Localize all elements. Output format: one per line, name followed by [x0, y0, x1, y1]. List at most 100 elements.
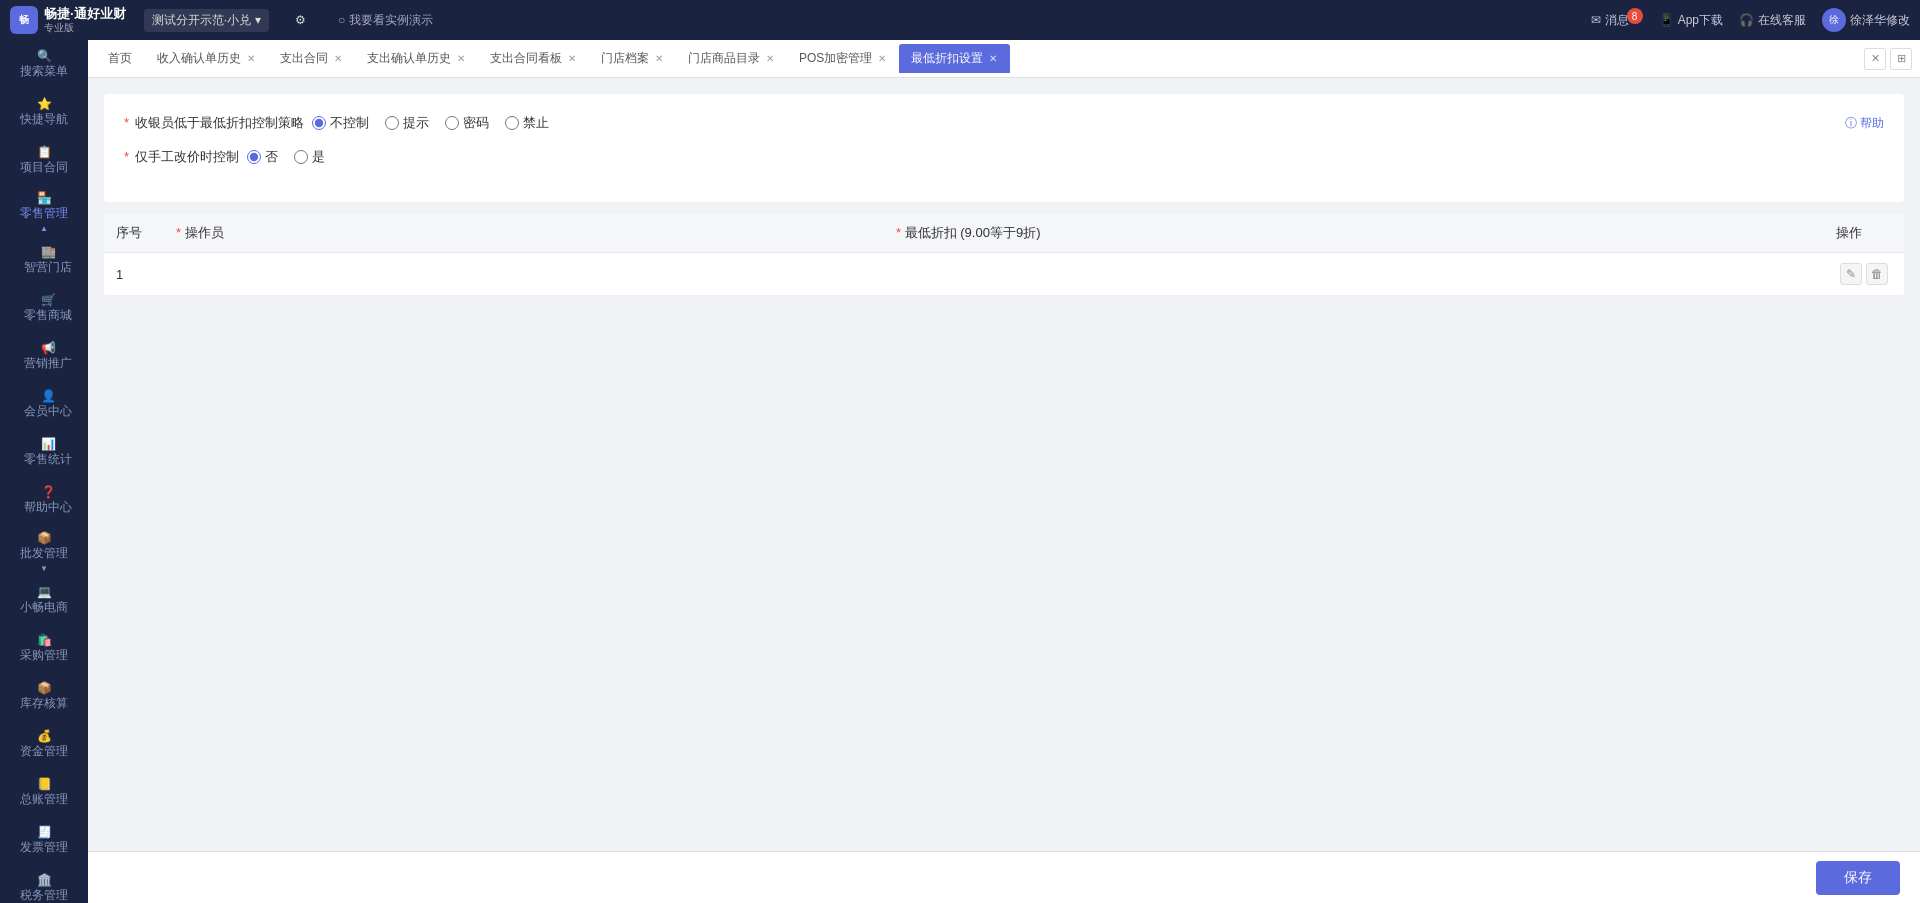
project-selector[interactable]: 测试分开示范·小兑 ▾ [144, 9, 269, 32]
manual-price-no-input[interactable] [247, 150, 261, 164]
marketing-icon: 📢 [41, 341, 56, 355]
tab-home[interactable]: 首页 [96, 44, 145, 73]
chevron-up-icon: ▲ [40, 224, 48, 233]
sidebar-item-quick-nav[interactable]: ⭐ 快捷导航 [0, 88, 88, 136]
tab-payment-board-close[interactable]: ✕ [568, 53, 576, 64]
customer-service-btn[interactable]: 🎧 在线客服 [1739, 12, 1806, 29]
policy-remind[interactable]: 提示 [385, 114, 429, 132]
tab-payment-board[interactable]: 支出合同看板 ✕ [478, 44, 589, 73]
help-link[interactable]: ⓘ 帮助 [1845, 115, 1884, 132]
manual-price-yes[interactable]: 是 [294, 148, 325, 166]
tab-payment-confirm-label: 支出确认单历史 [367, 50, 451, 67]
cell-discount[interactable] [884, 253, 1824, 296]
policy-password-input[interactable] [445, 116, 459, 130]
sidebar-item-member-center[interactable]: 👤 会员中心 [0, 380, 88, 428]
project-dropdown-icon: ▾ [255, 13, 261, 27]
content-area: 首页 收入确认单历史 ✕ 支出合同 ✕ 支出确认单历史 ✕ 支出合同看板 ✕ 门… [88, 40, 1920, 903]
tab-pos-password[interactable]: POS加密管理 ✕ [787, 44, 899, 73]
policy-forbid[interactable]: 禁止 [505, 114, 549, 132]
tab-more-btn[interactable]: ⊞ [1890, 48, 1912, 70]
sidebar-item-purchase-mgmt[interactable]: 🛍️ 采购管理 [0, 624, 88, 672]
tab-payment-confirm-close[interactable]: ✕ [457, 53, 465, 64]
tax-icon: 🏛️ [37, 873, 52, 887]
sidebar-label-wholesale-mgmt: 批发管理 [20, 545, 68, 562]
tab-income-confirm[interactable]: 收入确认单历史 ✕ [145, 44, 268, 73]
sidebar-item-capital-mgmt[interactable]: 💰 资金管理 [0, 720, 88, 768]
policy-forbid-input[interactable] [505, 116, 519, 130]
tab-income-confirm-close[interactable]: ✕ [247, 53, 255, 64]
sidebar-label-retail-mall: 零售商城 [24, 307, 72, 324]
messages-badge: 8 [1627, 8, 1643, 24]
customer-service-label: 在线客服 [1758, 12, 1806, 29]
sidebar-item-help-center[interactable]: ❓ 帮助中心 [0, 476, 88, 524]
edit-icon-btn[interactable]: ✎ [1840, 263, 1862, 285]
top-bar: 畅 畅捷·通好业财 专业版 测试分开示范·小兑 ▾ ⚙ ○ 我要看实例演示 ✉ … [0, 0, 1920, 40]
tab-pos-password-close[interactable]: ✕ [878, 53, 886, 64]
sidebar-item-general-ledger[interactable]: 📒 总账管理 [0, 768, 88, 816]
sidebar-item-invoice-mgmt[interactable]: 🧾 发票管理 [0, 816, 88, 864]
ledger-icon: 📒 [37, 777, 52, 791]
sidebar-label-marketing: 营销推广 [24, 355, 72, 372]
tab-min-discount-close[interactable]: ✕ [989, 53, 997, 64]
sidebar-item-smart-store[interactable]: 🏬 智营门店 [0, 236, 88, 284]
tab-close-btn[interactable]: ✕ [1864, 48, 1886, 70]
sidebar-label-capital-mgmt: 资金管理 [20, 743, 68, 760]
edit-icon: ✎ [1846, 267, 1856, 281]
demo-link-text: 我要看实例演示 [349, 12, 433, 29]
logo-text-area: 畅捷·通好业财 专业版 [44, 6, 126, 34]
delete-icon-btn[interactable]: 🗑 [1866, 263, 1888, 285]
manual-price-no[interactable]: 否 [247, 148, 278, 166]
settings-btn[interactable]: ⚙ [287, 10, 314, 30]
tab-store-catalog-close[interactable]: ✕ [766, 53, 774, 64]
user-info[interactable]: 徐 徐泽华修改 [1822, 8, 1910, 32]
chevron-down-icon: ▼ [40, 564, 48, 573]
sidebar-item-ecommerce[interactable]: 💻 小畅电商 [0, 576, 88, 624]
tab-payment-confirm[interactable]: 支出确认单历史 ✕ [355, 44, 478, 73]
tab-store-catalog[interactable]: 门店商品目录 ✕ [676, 44, 787, 73]
user-name: 徐泽华修改 [1850, 12, 1910, 29]
tab-payment-contract[interactable]: 支出合同 ✕ [268, 44, 355, 73]
tab-store-catalog-label: 门店商品目录 [688, 50, 760, 67]
policy-no-control[interactable]: 不控制 [312, 114, 369, 132]
policy-remind-input[interactable] [385, 116, 399, 130]
demo-link[interactable]: ○ 我要看实例演示 [338, 12, 433, 29]
manual-price-yes-input[interactable] [294, 150, 308, 164]
messages-btn[interactable]: ✉ 消息 8 [1591, 12, 1643, 29]
tab-home-label: 首页 [108, 50, 132, 67]
top-bar-right: ✉ 消息 8 📱 App下载 🎧 在线客服 徐 徐泽华修改 [1591, 8, 1910, 32]
sidebar-item-tax-mgmt[interactable]: 🏛️ 税务管理 [0, 864, 88, 903]
sidebar-item-marketing[interactable]: 📢 营销推广 [0, 332, 88, 380]
policy-row: * 收银员低于最低折扣控制策略 不控制 提示 [124, 114, 1884, 132]
logo-main: 畅捷·通好业财 [44, 6, 126, 22]
sidebar-item-retail-mgmt[interactable]: 🏪 零售管理 ▲ [0, 188, 88, 236]
tab-store-archive[interactable]: 门店档案 ✕ [589, 44, 676, 73]
table-row: 1 ✎ 🗑 [104, 253, 1904, 296]
sidebar-item-project-contract[interactable]: 📋 项目合同 [0, 136, 88, 184]
top-bar-left: 畅 畅捷·通好业财 专业版 测试分开示范·小兑 ▾ ⚙ ○ 我要看实例演示 [10, 6, 433, 34]
cell-operator[interactable] [164, 253, 884, 296]
policy-remind-label: 提示 [403, 114, 429, 132]
tab-min-discount[interactable]: 最低折扣设置 ✕ [899, 44, 1010, 73]
policy-no-control-input[interactable] [312, 116, 326, 130]
sidebar: 🔍 搜索菜单 ⭐ 快捷导航 📋 项目合同 🏪 零售管理 ▲ 🏬 智营门店 🛒 零… [0, 40, 88, 903]
sidebar-item-search[interactable]: 🔍 搜索菜单 [0, 40, 88, 88]
app-download-btn[interactable]: 📱 App下载 [1659, 12, 1723, 29]
logo-area: 畅 畅捷·通好业财 专业版 [10, 6, 126, 34]
tab-payment-contract-close[interactable]: ✕ [334, 53, 342, 64]
sidebar-label-tax-mgmt: 税务管理 [20, 887, 68, 904]
sidebar-label-quick-nav: 快捷导航 [20, 111, 68, 128]
sidebar-item-retail-stats[interactable]: 📊 零售统计 [0, 428, 88, 476]
project-name: 测试分开示范·小兑 [152, 12, 251, 29]
sidebar-item-inventory[interactable]: 📦 库存核算 [0, 672, 88, 720]
tab-pos-password-label: POS加密管理 [799, 50, 872, 67]
sidebar-label-project-contract: 项目合同 [20, 159, 68, 176]
sidebar-label-retail-mgmt: 零售管理 [20, 205, 68, 222]
save-button[interactable]: 保存 [1816, 861, 1900, 895]
sidebar-item-retail-mall[interactable]: 🛒 零售商城 [0, 284, 88, 332]
manual-price-required-star: * [124, 149, 129, 164]
sidebar-item-wholesale-mgmt[interactable]: 📦 批发管理 ▼ [0, 528, 88, 576]
store-icon: 🏬 [41, 245, 56, 259]
avatar: 徐 [1822, 8, 1846, 32]
policy-password[interactable]: 密码 [445, 114, 489, 132]
tab-store-archive-close[interactable]: ✕ [655, 53, 663, 64]
